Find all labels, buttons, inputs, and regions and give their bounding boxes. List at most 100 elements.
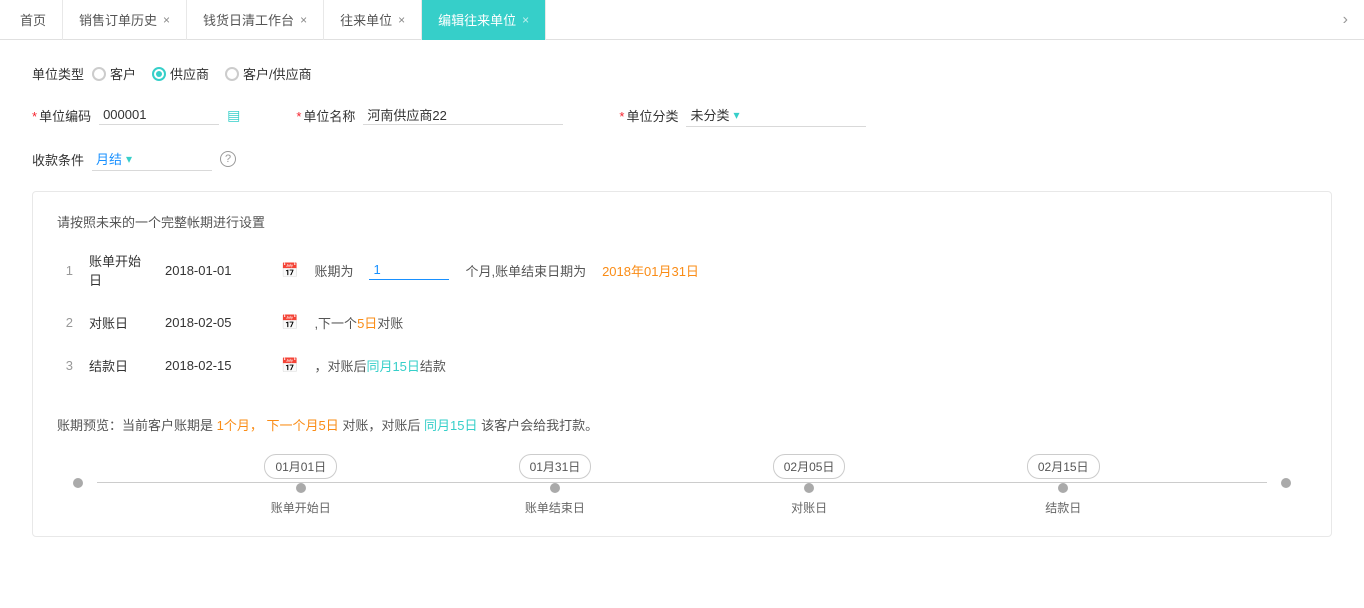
timeline-label-4: 结款日: [1045, 499, 1081, 516]
tab-sales-history-close[interactable]: ×: [163, 13, 170, 27]
unit-info-row: *单位编码 ▤ *单位名称 *单位分类 未分类 ▾: [32, 103, 1332, 127]
config-row-1-end-date: 2018年01月31日: [602, 261, 699, 280]
unit-type-label: 单位类型: [32, 64, 84, 83]
unit-code-group: *单位编码 ▤: [32, 105, 240, 125]
timeline-bubble-1: 01月01日: [264, 454, 337, 479]
config-row-2-desc: ,下一个5日对账: [314, 313, 403, 332]
unit-type-radio-group: 客户 供应商 客户/供应商: [92, 64, 312, 83]
radio-supplier-label: 供应商: [170, 64, 209, 83]
radio-customer[interactable]: 客户: [92, 64, 136, 83]
config-row-2: 2 对账日 2018-02-05 📅 ,下一个5日对账: [57, 313, 1307, 332]
radio-both-circle: [225, 67, 239, 81]
config-row-3: 3 结款日 2018-02-15 📅 ，对账后同月15日结款: [57, 356, 1307, 375]
payment-condition-label: 收款条件: [32, 150, 84, 169]
radio-supplier[interactable]: 供应商: [152, 64, 209, 83]
unit-code-calendar-icon[interactable]: ▤: [227, 107, 240, 124]
tab-home[interactable]: 首页: [8, 0, 63, 40]
timeline-dot-1: [296, 483, 306, 493]
timeline-bubble-4: 02月15日: [1027, 454, 1100, 479]
config-row-3-desc: ，对账后同月15日结款: [314, 356, 446, 375]
unit-category-label: *单位分类: [619, 106, 678, 125]
config-row-1-num: 1: [57, 263, 73, 278]
unit-category-arrow-icon: ▾: [733, 108, 739, 122]
timeline-point-3: 02月05日 对账日: [773, 454, 846, 516]
tab-edit-partner-label: 编辑往来单位: [438, 10, 516, 29]
payment-condition-dropdown[interactable]: 月结 ▾: [92, 147, 212, 171]
unit-category-value: 未分类: [690, 105, 729, 124]
payment-condition-value: 月结: [96, 149, 122, 168]
tab-cash-work-label: 钱货日清工作台: [203, 10, 294, 29]
config-row-3-label: 结款日: [89, 356, 149, 375]
tabs-bar: 首页 销售订单历史 × 钱货日清工作台 × 往来单位 × 编辑往来单位 × ›: [0, 0, 1364, 40]
tab-cash-work[interactable]: 钱货日清工作台 ×: [187, 0, 324, 40]
unit-name-group: *单位名称: [296, 105, 563, 125]
config-row-1-label: 账单开始日: [89, 251, 149, 289]
payment-row: 收款条件 月结 ▾ ?: [32, 147, 1332, 171]
tab-partner[interactable]: 往来单位 ×: [324, 0, 422, 40]
config-row-3-num: 3: [57, 358, 73, 373]
tab-partner-close[interactable]: ×: [398, 13, 405, 27]
unit-category-dropdown[interactable]: 未分类 ▾: [686, 103, 866, 127]
radio-customer-circle: [92, 67, 106, 81]
timeline-dot-2: [550, 483, 560, 493]
unit-name-input[interactable]: [363, 105, 563, 125]
period-input[interactable]: [369, 260, 449, 280]
unit-code-input[interactable]: [99, 105, 219, 125]
timeline-bubble-3: 02月05日: [773, 454, 846, 479]
panel-title: 请按照未来的一个完整帐期进行设置: [57, 212, 1307, 231]
timeline-label-3: 对账日: [791, 499, 827, 516]
main-content: 单位类型 客户 供应商 客户/供应商 *单位编码: [0, 40, 1364, 608]
unit-code-label: *单位编码: [32, 106, 91, 125]
tab-partner-label: 往来单位: [340, 10, 392, 29]
tab-home-label: 首页: [20, 10, 46, 29]
timeline-point-2: 01月31日 账单结束日: [519, 454, 592, 516]
timeline-dot-4: [1058, 483, 1068, 493]
payment-condition-group: 收款条件 月结 ▾ ?: [32, 147, 236, 171]
payment-condition-arrow-icon: ▾: [126, 152, 132, 166]
payment-help-icon[interactable]: ?: [220, 151, 236, 167]
timeline-points: 01月01日 账单开始日 01月31日 账单结束日 02月05日 对账日: [73, 454, 1291, 516]
timeline-start-circle: [73, 478, 83, 488]
unit-type-group: 单位类型 客户 供应商 客户/供应商: [32, 64, 312, 83]
config-row-2-num: 2: [57, 315, 73, 330]
tab-cash-work-close[interactable]: ×: [300, 13, 307, 27]
preview-label: 账期预览：当前客户账期是: [57, 418, 213, 433]
config-row-3-date: 2018-02-15: [165, 358, 265, 373]
config-panel: 请按照未来的一个完整帐期进行设置 1 账单开始日 2018-01-01 📅 账期…: [32, 191, 1332, 537]
tab-edit-partner-close[interactable]: ×: [522, 13, 529, 27]
config-row-2-calendar-icon[interactable]: 📅: [281, 314, 298, 331]
config-row-2-label: 对账日: [89, 313, 149, 332]
config-row-1-calendar-icon[interactable]: 📅: [281, 262, 298, 279]
timeline-point-1: 01月01日 账单开始日: [264, 454, 337, 516]
radio-supplier-circle: [152, 67, 166, 81]
preview-p1: 1个月，: [217, 418, 263, 433]
preview-section: 账期预览：当前客户账期是 1个月， 下一个月5日 对账，对账后 同月15日 该客…: [57, 399, 1307, 446]
preview-p3: 同月15日: [424, 418, 477, 433]
radio-both[interactable]: 客户/供应商: [225, 64, 312, 83]
timeline-dot-3: [804, 483, 814, 493]
config-row-1: 1 账单开始日 2018-01-01 📅 账期为 个月,账单结束日期为 2018…: [57, 251, 1307, 289]
config-row-1-period-unit: 个月,账单结束日期为: [465, 261, 586, 280]
config-row-1-period-label: 账期为: [314, 261, 353, 280]
tab-sales-history-label: 销售订单历史: [79, 10, 157, 29]
timeline-container: 01月01日 账单开始日 01月31日 账单结束日 02月05日 对账日: [57, 454, 1307, 516]
unit-name-label: *单位名称: [296, 106, 355, 125]
tab-sales-history[interactable]: 销售订单历史 ×: [63, 0, 187, 40]
timeline-end-circle: [1281, 478, 1291, 488]
config-row-3-calendar-icon[interactable]: 📅: [281, 357, 298, 374]
unit-type-row: 单位类型 客户 供应商 客户/供应商: [32, 64, 1332, 83]
config-row-2-highlight: 5日: [357, 316, 377, 331]
config-row-3-highlight: 同月15日: [366, 359, 419, 374]
preview-m: 对账，对账后: [342, 418, 420, 433]
config-row-2-date: 2018-02-05: [165, 315, 265, 330]
radio-customer-label: 客户: [110, 64, 136, 83]
preview-p2: 下一个月5日: [267, 418, 339, 433]
tab-edit-partner[interactable]: 编辑往来单位 ×: [422, 0, 546, 40]
config-row-1-date: 2018-01-01: [165, 263, 265, 278]
timeline-end-dot: [1281, 454, 1291, 494]
timeline-point-4: 02月15日 结款日: [1027, 454, 1100, 516]
unit-category-group: *单位分类 未分类 ▾: [619, 103, 866, 127]
tabs-scroll-right[interactable]: ›: [1335, 11, 1356, 29]
timeline-label-1: 账单开始日: [271, 499, 331, 516]
radio-both-label: 客户/供应商: [243, 64, 312, 83]
